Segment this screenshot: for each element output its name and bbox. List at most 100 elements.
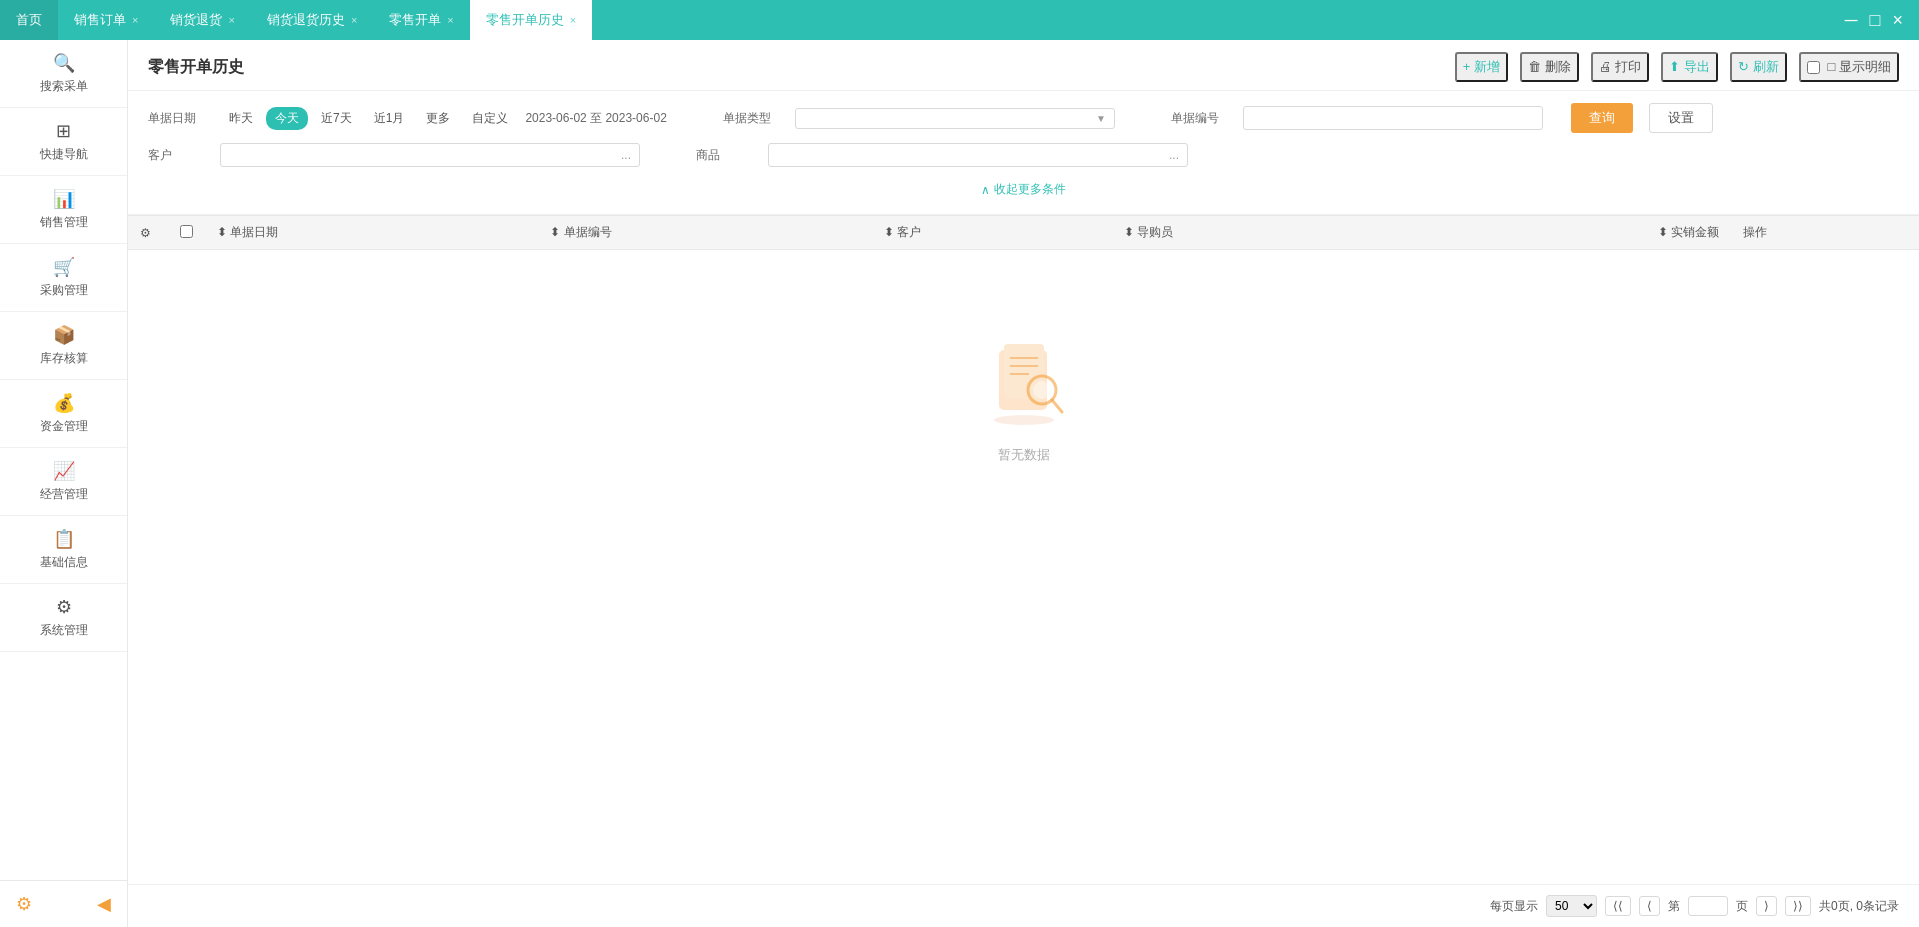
number-filter-input[interactable] xyxy=(1243,106,1543,130)
type-select-arrow: ▼ xyxy=(1096,113,1106,124)
th-number-label: 单据编号 xyxy=(564,225,612,239)
empty-icon xyxy=(974,330,1074,430)
th-checkbox[interactable] xyxy=(168,216,205,250)
type-filter-select[interactable]: ▼ xyxy=(795,108,1115,129)
nav-tab-sales-return[interactable]: 销货退货× xyxy=(154,0,250,40)
th-amount[interactable]: ⬍ 实销金额 xyxy=(1398,216,1731,250)
per-page-select[interactable]: 50 10 20 100 xyxy=(1546,895,1597,917)
window-controls: ─ □ × xyxy=(1845,10,1919,31)
settings-icon[interactable]: ⚙ xyxy=(16,893,32,915)
more-btn[interactable]: 更多 xyxy=(417,107,459,130)
operation-icon: 📈 xyxy=(53,460,75,482)
setting-button[interactable]: 设置 xyxy=(1649,103,1713,133)
sidebar-item-search[interactable]: 🔍 搜索采单 xyxy=(0,40,127,108)
collapse-sidebar-icon[interactable]: ◀ xyxy=(97,893,111,915)
close-tab-sales-return-icon[interactable]: × xyxy=(228,14,234,26)
goods-filter-input[interactable]: ... xyxy=(768,143,1188,167)
display-detail-button[interactable]: □ 显示明细 xyxy=(1799,52,1899,82)
delete-button[interactable]: 🗑 删除 xyxy=(1520,52,1579,82)
restore-icon[interactable]: □ xyxy=(1870,10,1881,31)
th-date-label: 单据日期 xyxy=(230,225,278,239)
empty-text: 暂无数据 xyxy=(998,446,1050,464)
sidebar-label-quicknav: 快捷导航 xyxy=(40,146,88,163)
close-tab-sales-return-history-icon[interactable]: × xyxy=(351,14,357,26)
page-input[interactable]: 1 xyxy=(1688,896,1728,916)
sales-icon: 📊 xyxy=(53,188,75,210)
sidebar-item-sales[interactable]: 📊 销售管理 xyxy=(0,176,127,244)
sidebar-label-system: 系统管理 xyxy=(40,622,88,639)
next-page-btn[interactable]: ⟩ xyxy=(1756,896,1777,916)
sidebar-item-inventory[interactable]: 📦库存核算 xyxy=(0,312,127,380)
select-all-checkbox[interactable] xyxy=(180,225,193,238)
close-tab-retail-open-icon[interactable]: × xyxy=(447,14,453,26)
th-amount-label: 实销金额 xyxy=(1671,225,1719,239)
svg-point-0 xyxy=(994,415,1054,425)
sidebar-label-sales: 销售管理 xyxy=(40,214,88,231)
th-date[interactable]: ⬍ 单据日期 xyxy=(205,216,538,250)
total-info: 共0页, 0条记录 xyxy=(1819,898,1899,915)
page-header: 零售开单历史 + 新增 🗑 删除 🖨 打印 ⬆ 导出 ↻ 刷新 □ 显示明细 xyxy=(128,40,1919,91)
filter-row-1: 单据日期 昨天 今天 近7天 近1月 更多 自定义 2023-06-02 至 2… xyxy=(148,103,1899,133)
top-navbar: 首页销售订单×销货退货×销货退货历史×零售开单×零售开单历史× ─ □ × xyxy=(0,0,1919,40)
th-action: 操作 xyxy=(1731,216,1919,250)
table-header-row: ⚙ ⬍ 单据日期 ⬍ 单据编号 ⬍ xyxy=(128,216,1919,250)
sidebar-item-base[interactable]: 📋基础信息 xyxy=(0,516,127,584)
page-unit: 页 xyxy=(1736,898,1748,915)
collapse-icon: ∧ xyxy=(981,183,990,197)
nav-tab-home[interactable]: 首页 xyxy=(0,0,58,40)
th-customer[interactable]: ⬍ 客户 xyxy=(872,216,1112,250)
sidebar-item-finance[interactable]: 💰资金管理 xyxy=(0,380,127,448)
per-page-label: 每页显示 xyxy=(1490,898,1538,915)
nav-tab-sales-return-history[interactable]: 销货退货历史× xyxy=(251,0,373,40)
main-layout: 🔍 搜索采单 ⊞快捷导航 📊 销售管理 🛒采购管理📦库存核算💰资金管理 📈 经营管理 📋基础信息… xyxy=(0,40,1919,927)
sidebar-item-system[interactable]: ⚙系统管理 xyxy=(0,584,127,652)
refresh-button[interactable]: ↻ 刷新 xyxy=(1730,52,1787,82)
date-range-display: 2023-06-02 至 2023-06-02 xyxy=(525,110,666,127)
close-tab-sales-order-icon[interactable]: × xyxy=(132,14,138,26)
th-salesperson[interactable]: ⬍ 导购员 xyxy=(1112,216,1399,250)
display-detail-checkbox[interactable] xyxy=(1807,61,1820,74)
sidebar-label-search: 搜索采单 xyxy=(40,78,88,95)
close-tab-retail-open-history-icon[interactable]: × xyxy=(570,14,576,26)
close-window-icon[interactable]: × xyxy=(1892,10,1903,31)
pagination-bar: 每页显示 50 10 20 100 ⟨⟨ ⟨ 第 1 页 ⟩ ⟩⟩ 共0页, 0… xyxy=(128,884,1919,927)
collapse-button[interactable]: ∧ 收起更多条件 xyxy=(969,177,1078,202)
week-btn[interactable]: 近7天 xyxy=(312,107,361,130)
yesterday-btn[interactable]: 昨天 xyxy=(220,107,262,130)
finance-icon: 💰 xyxy=(53,392,75,414)
page-label: 第 xyxy=(1668,898,1680,915)
svg-point-7 xyxy=(1033,381,1051,399)
collapse-label: 收起更多条件 xyxy=(994,181,1066,198)
minimize-icon[interactable]: ─ xyxy=(1845,10,1858,31)
sidebar-item-purchase[interactable]: 🛒采购管理 xyxy=(0,244,127,312)
query-button[interactable]: 查询 xyxy=(1571,103,1633,133)
data-table: ⚙ ⬍ 单据日期 ⬍ 单据编号 ⬍ xyxy=(128,215,1919,250)
type-filter-label: 单据类型 xyxy=(723,110,779,127)
month-btn[interactable]: 近1月 xyxy=(365,107,414,130)
th-settings[interactable]: ⚙ xyxy=(128,216,168,250)
sidebar-label-operation: 经营管理 xyxy=(40,486,88,503)
customer-filter-input[interactable]: ... xyxy=(220,143,640,167)
sidebar-item-quicknav[interactable]: ⊞快捷导航 xyxy=(0,108,127,176)
th-number[interactable]: ⬍ 单据编号 xyxy=(538,216,871,250)
nav-tabs: 首页销售订单×销货退货×销货退货历史×零售开单×零售开单历史× xyxy=(0,0,592,40)
search-icon: 🔍 xyxy=(53,52,75,74)
first-page-btn[interactable]: ⟨⟨ xyxy=(1605,896,1631,916)
nav-tab-retail-open[interactable]: 零售开单× xyxy=(373,0,469,40)
today-btn[interactable]: 今天 xyxy=(266,107,308,130)
export-button[interactable]: ⬆ 导出 xyxy=(1661,52,1718,82)
new-button[interactable]: + 新增 xyxy=(1455,52,1508,82)
th-salesperson-label: 导购员 xyxy=(1137,225,1173,239)
nav-tab-retail-open-history[interactable]: 零售开单历史× xyxy=(470,0,592,40)
custom-btn[interactable]: 自定义 xyxy=(463,107,517,130)
last-page-btn[interactable]: ⟩⟩ xyxy=(1785,896,1811,916)
table-area: ⚙ ⬍ 单据日期 ⬍ 单据编号 ⬍ xyxy=(128,215,1919,884)
sidebar-item-operation[interactable]: 📈 经营管理 xyxy=(0,448,127,516)
prev-page-btn[interactable]: ⟨ xyxy=(1639,896,1660,916)
print-button[interactable]: 🖨 打印 xyxy=(1591,52,1650,82)
th-action-label: 操作 xyxy=(1743,225,1767,239)
sidebar-bottom: ⚙ ◀ xyxy=(0,880,127,927)
th-customer-label: 客户 xyxy=(897,225,921,239)
nav-tab-sales-order[interactable]: 销售订单× xyxy=(58,0,154,40)
customer-filter-label: 客户 xyxy=(148,147,204,164)
